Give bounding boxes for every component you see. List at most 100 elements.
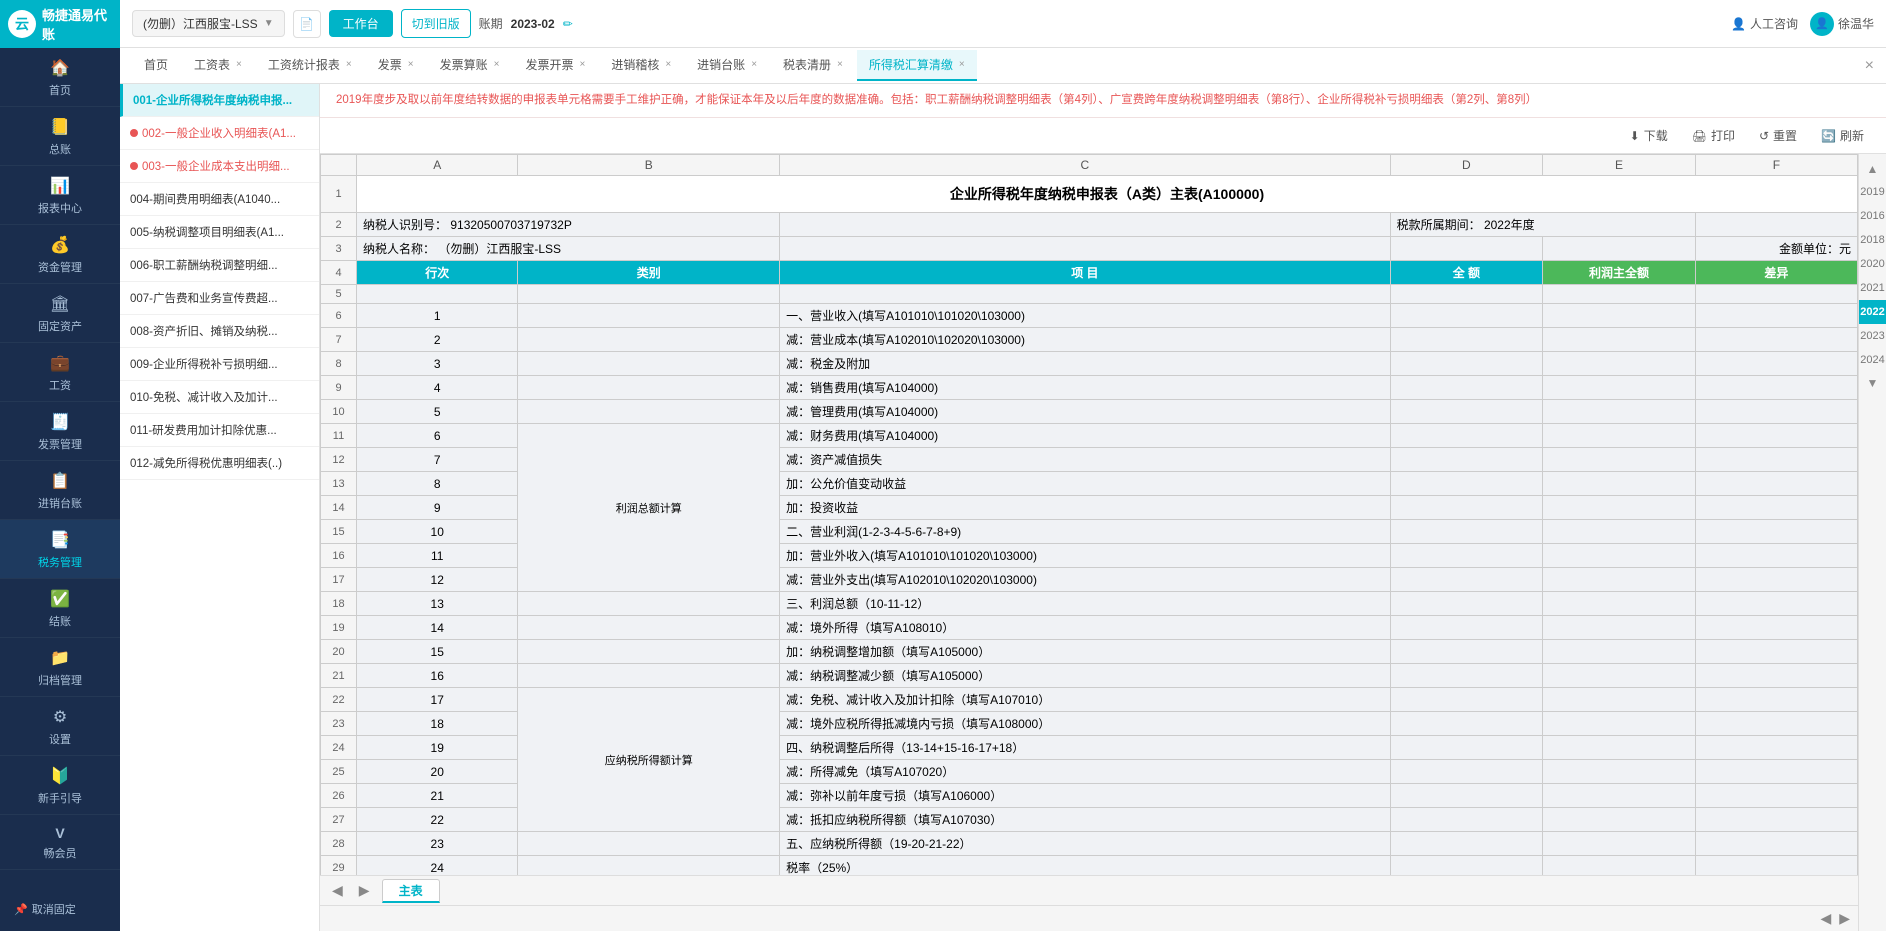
hang-7: 2 bbox=[357, 328, 518, 352]
year-item-2021[interactable]: 2021 bbox=[1859, 276, 1886, 300]
document-icon-btn[interactable]: 📄 bbox=[293, 10, 321, 38]
year-item-2019[interactable]: 2019 bbox=[1859, 180, 1886, 204]
year-item-2023[interactable]: 2023 bbox=[1859, 324, 1886, 348]
sidebar-item-guide[interactable]: 🔰 新手引导 bbox=[0, 756, 120, 815]
hang-13: 8 bbox=[357, 472, 518, 496]
tab-salary[interactable]: 工资表 × bbox=[182, 50, 254, 81]
left-panel-item-007[interactable]: 007-广告费和业务宣传费超... bbox=[120, 282, 319, 315]
chay-8 bbox=[1695, 352, 1857, 376]
tab-income-tax[interactable]: 所得税汇算清缴 × bbox=[857, 50, 977, 81]
workbench-button[interactable]: 工作台 bbox=[329, 10, 393, 37]
tab-invoice-open-close[interactable]: × bbox=[579, 59, 585, 70]
sidebar-item-home[interactable]: 🏠 首页 bbox=[0, 48, 120, 107]
lei-20 bbox=[518, 640, 780, 664]
left-panel-item-005[interactable]: 005-纳税调整项目明细表(A1... bbox=[120, 216, 319, 249]
liru-25 bbox=[1543, 760, 1696, 784]
sidebar-item-capital[interactable]: 💰 资金管理 bbox=[0, 225, 120, 284]
refresh-button[interactable]: 🔄 刷新 bbox=[1815, 124, 1870, 147]
tab-sales-ledger[interactable]: 进销台账 × bbox=[685, 50, 769, 81]
quane-9 bbox=[1390, 376, 1543, 400]
year-scroll-down[interactable]: ▼ bbox=[1863, 372, 1883, 394]
tab-invoice-calc-close[interactable]: × bbox=[494, 59, 500, 70]
xiang-8: 减：税金及附加 bbox=[780, 352, 1390, 376]
left-panel-item-001[interactable]: 001-企业所得税年度纳税申报... bbox=[120, 84, 319, 117]
tab-income-tax-close[interactable]: × bbox=[959, 59, 965, 70]
year-item-2024[interactable]: 2024 bbox=[1859, 348, 1886, 372]
tab-invoice[interactable]: 发票 × bbox=[366, 50, 426, 81]
close-all-tabs-button[interactable]: × bbox=[1865, 57, 1874, 75]
scroll-left-btn[interactable]: ◀ bbox=[1820, 910, 1831, 927]
left-panel-item-012[interactable]: 012-减免所得税优惠明细表(..) bbox=[120, 447, 319, 480]
left-panel-item-002[interactable]: 002-一般企业收入明细表(A1... bbox=[120, 117, 319, 150]
refresh-icon: 🔄 bbox=[1821, 129, 1836, 143]
tab-tax-clear[interactable]: 税表清册 × bbox=[771, 50, 855, 81]
tab-salary-stats-close[interactable]: × bbox=[346, 59, 352, 70]
rownum-9: 9 bbox=[321, 376, 357, 400]
liru-14 bbox=[1543, 496, 1696, 520]
tab-home[interactable]: 首页 bbox=[132, 50, 180, 81]
tab-salary-close[interactable]: × bbox=[236, 59, 242, 70]
left-panel-item-009[interactable]: 009-企业所得税补亏损明细... bbox=[120, 348, 319, 381]
year-item-2020[interactable]: 2020 bbox=[1859, 252, 1886, 276]
tab-invoice-close[interactable]: × bbox=[408, 59, 414, 70]
rownum-1: 1 bbox=[321, 176, 357, 213]
item-009-label: 009-企业所得税补亏损明细... bbox=[130, 356, 278, 372]
item-008-label: 008-资产折旧、摊销及纳税... bbox=[130, 323, 278, 339]
sheet-nav-right[interactable]: ▶ bbox=[355, 880, 374, 901]
table-row-1: 1 企业所得税年度纳税申报表（A类）主表(A100000) bbox=[321, 176, 1858, 213]
sidebar-item-settle[interactable]: ✅ 结账 bbox=[0, 579, 120, 638]
download-button[interactable]: ⬇ 下载 bbox=[1624, 124, 1674, 147]
tab-sales-ledger-close[interactable]: × bbox=[751, 59, 757, 70]
liru-21 bbox=[1543, 664, 1696, 688]
user-service-btn[interactable]: 👤 人工咨询 bbox=[1731, 15, 1798, 32]
left-panel-item-006[interactable]: 006-职工薪酬纳税调整明细... bbox=[120, 249, 319, 282]
xiang-15: 二、营业利润(1-2-3-4-5-6-7-8+9) bbox=[780, 520, 1390, 544]
sidebar-item-ledger[interactable]: 📒 总账 bbox=[0, 107, 120, 166]
pin-toggle[interactable]: 📌 取消固定 bbox=[10, 897, 110, 921]
tab-tax-clear-close[interactable]: × bbox=[837, 59, 843, 70]
tab-salary-stats[interactable]: 工资统计报表 × bbox=[256, 50, 364, 81]
sidebar-item-reports[interactable]: 📊 报表中心 bbox=[0, 166, 120, 225]
chay-13 bbox=[1695, 472, 1857, 496]
chay-29 bbox=[1695, 856, 1857, 875]
chay-14 bbox=[1695, 496, 1857, 520]
tab-salary-stats-label: 工资统计报表 bbox=[268, 56, 340, 73]
year-item-2016[interactable]: 2016 bbox=[1859, 204, 1886, 228]
scroll-right-btn[interactable]: ▶ bbox=[1839, 910, 1850, 927]
year-item-2018[interactable]: 2018 bbox=[1859, 228, 1886, 252]
year-scroll-up[interactable]: ▲ bbox=[1863, 158, 1883, 180]
left-panel-item-011[interactable]: 011-研发费用加计扣除优惠... bbox=[120, 414, 319, 447]
sidebar-item-sales[interactable]: 📋 进销台账 bbox=[0, 461, 120, 520]
tab-invoice-calc[interactable]: 发票算账 × bbox=[428, 50, 512, 81]
sidebar-item-member[interactable]: V 畅会员 bbox=[0, 815, 120, 870]
sidebar-item-salary[interactable]: 💼 工资 bbox=[0, 343, 120, 402]
error-dot-002 bbox=[130, 129, 138, 137]
xiang-23: 减：境外应税所得抵减境内亏损（填写A108000） bbox=[780, 712, 1390, 736]
sheet-tab-main[interactable]: 主表 bbox=[382, 879, 440, 903]
sidebar-item-assets[interactable]: 🏛 固定资产 bbox=[0, 284, 120, 343]
sheet-nav-left[interactable]: ◀ bbox=[328, 880, 347, 901]
left-panel-item-008[interactable]: 008-资产折旧、摊销及纳税... bbox=[120, 315, 319, 348]
settle-icon: ✅ bbox=[50, 589, 70, 609]
content-area: 001-企业所得税年度纳税申报... 002-一般企业收入明细表(A1... 0… bbox=[120, 84, 1886, 931]
year-item-2022[interactable]: 2022 bbox=[1859, 300, 1886, 324]
print-button[interactable]: 🖨 打印 bbox=[1686, 124, 1741, 147]
tab-purchase-check[interactable]: 进销稽核 × bbox=[599, 50, 683, 81]
switch-version-button[interactable]: 切到旧版 bbox=[401, 9, 471, 38]
reset-button[interactable]: ↺ 重置 bbox=[1753, 124, 1803, 147]
hang-6: 1 bbox=[357, 304, 518, 328]
sidebar-item-archive[interactable]: 📁 归档管理 bbox=[0, 638, 120, 697]
spreadsheet-scroll[interactable]: A B C D E F bbox=[320, 154, 1858, 875]
tab-purchase-check-close[interactable]: × bbox=[665, 59, 671, 70]
period-edit-icon[interactable]: ✏ bbox=[563, 17, 573, 31]
sidebar-item-settings[interactable]: ⚙ 设置 bbox=[0, 697, 120, 756]
left-panel-item-003[interactable]: 003-一般企业成本支出明细... bbox=[120, 150, 319, 183]
rownum-7: 7 bbox=[321, 328, 357, 352]
sidebar-item-invoice[interactable]: 🧾 发票管理 bbox=[0, 402, 120, 461]
left-panel-item-004[interactable]: 004-期间费用明细表(A1040... bbox=[120, 183, 319, 216]
company-selector[interactable]: (勿删）江西服宝-LSS ▼ bbox=[132, 10, 285, 37]
left-panel-item-010[interactable]: 010-免税、减计收入及加计... bbox=[120, 381, 319, 414]
user-profile-btn[interactable]: 👤 徐温华 bbox=[1810, 12, 1874, 36]
tab-invoice-open[interactable]: 发票开票 × bbox=[513, 50, 597, 81]
sidebar-item-tax[interactable]: 📑 税务管理 bbox=[0, 520, 120, 579]
